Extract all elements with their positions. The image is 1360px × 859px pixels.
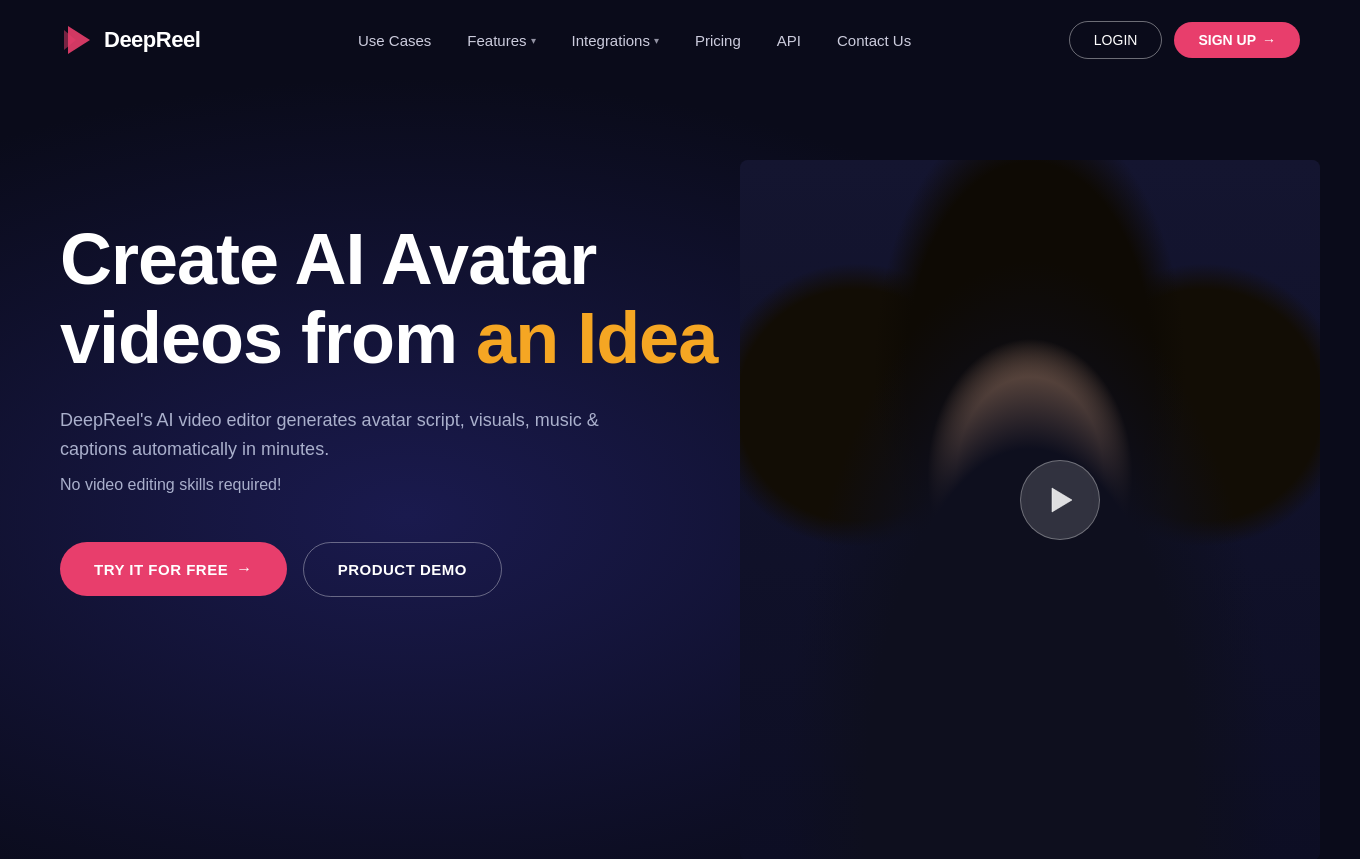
login-button[interactable]: LOGIN bbox=[1069, 21, 1163, 59]
logo-text: DeepReel bbox=[104, 27, 200, 53]
hero-buttons: TRY IT FOR FREE → PRODUCT DEMO bbox=[60, 542, 717, 597]
hero-note: No video editing skills required! bbox=[60, 476, 717, 494]
signup-arrow-icon: → bbox=[1262, 32, 1276, 48]
try-free-arrow-icon: → bbox=[236, 560, 253, 578]
hero-section: Create AI Avatar videos from an Idea Dee… bbox=[0, 80, 1360, 859]
svg-marker-2 bbox=[1052, 488, 1072, 512]
nav-use-cases[interactable]: Use Cases bbox=[358, 32, 431, 49]
navbar: DeepReel Use Cases Features ▾ Integratio… bbox=[0, 0, 1360, 80]
nav-links: Use Cases Features ▾ Integrations ▾ Pric… bbox=[358, 32, 911, 49]
logo-icon bbox=[60, 22, 96, 58]
features-chevron: ▾ bbox=[531, 35, 536, 46]
nav-contact[interactable]: Contact Us bbox=[837, 32, 911, 49]
nav-pricing[interactable]: Pricing bbox=[695, 32, 741, 49]
logo[interactable]: DeepReel bbox=[60, 22, 200, 58]
try-free-button[interactable]: TRY IT FOR FREE → bbox=[60, 542, 287, 596]
play-icon bbox=[1042, 482, 1078, 518]
signup-button[interactable]: SIGN UP → bbox=[1174, 22, 1300, 58]
nav-actions: LOGIN SIGN UP → bbox=[1069, 21, 1300, 59]
nav-features[interactable]: Features ▾ bbox=[467, 32, 535, 49]
nav-api[interactable]: API bbox=[777, 32, 801, 49]
product-demo-button[interactable]: PRODUCT DEMO bbox=[303, 542, 502, 597]
nav-integrations[interactable]: Integrations ▾ bbox=[572, 32, 659, 49]
hero-content: Create AI Avatar videos from an Idea Dee… bbox=[60, 160, 717, 597]
integrations-chevron: ▾ bbox=[654, 35, 659, 46]
hero-image-area bbox=[640, 80, 1360, 859]
hero-title: Create AI Avatar videos from an Idea bbox=[60, 220, 717, 378]
hero-description: DeepReel's AI video editor generates ava… bbox=[60, 406, 620, 464]
play-button[interactable] bbox=[1020, 460, 1100, 540]
